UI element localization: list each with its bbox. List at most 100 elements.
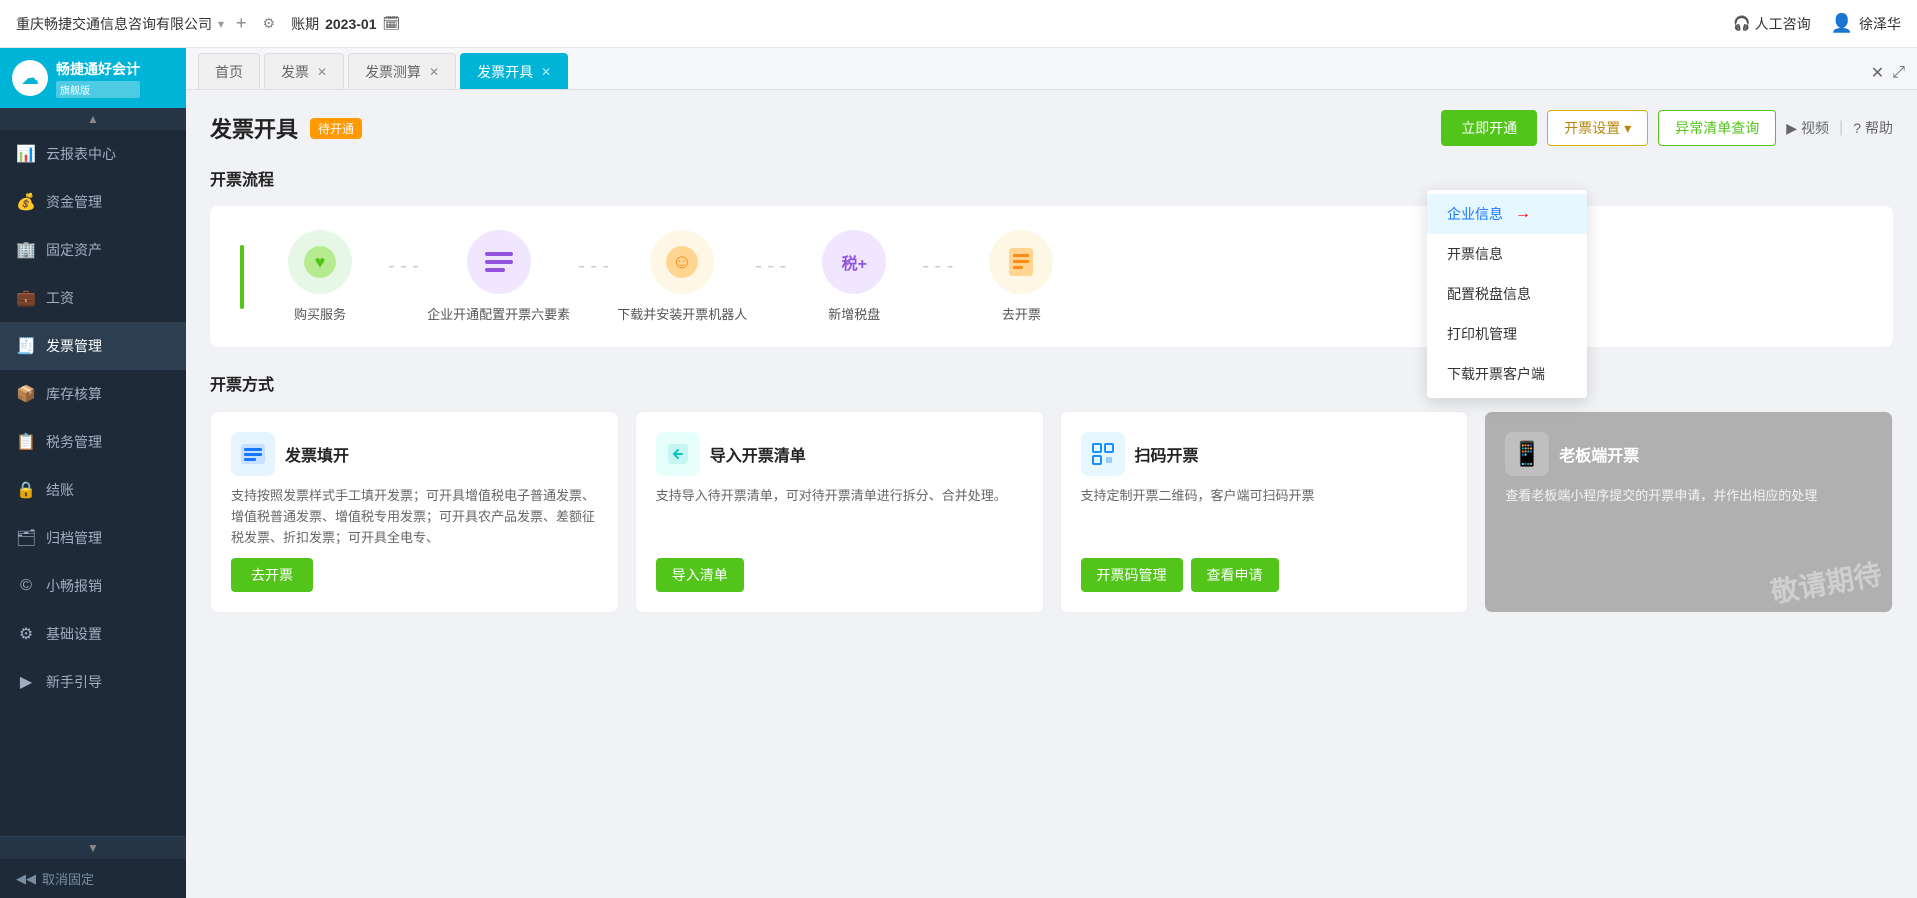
sidebar-scroll-down[interactable]: ▼ bbox=[0, 836, 186, 859]
import-icon bbox=[656, 432, 700, 476]
dropdown-arrow-icon: ▾ bbox=[218, 17, 224, 31]
tab-invoice-calc-close[interactable]: ✕ bbox=[429, 65, 439, 79]
flow-step-3: ☺ 下载并安装开票机器人 bbox=[617, 230, 747, 323]
scan-manage-button[interactable]: 开票码管理 bbox=[1081, 558, 1183, 592]
sidebar-item-checkout[interactable]: 🔒 结账 bbox=[0, 466, 186, 514]
fill-go-button[interactable]: 去开票 bbox=[231, 558, 313, 592]
play-icon: ▶ bbox=[1786, 120, 1797, 137]
import-button[interactable]: 导入清单 bbox=[656, 558, 744, 592]
account-period: 账期 2023-01 🗓 bbox=[291, 14, 400, 34]
dropdown-item-download-client[interactable]: 下载开票客户端 bbox=[1427, 354, 1587, 394]
sidebar-item-settings[interactable]: ⚙ 基础设置 bbox=[0, 610, 186, 658]
close-all-icon[interactable]: ✕ bbox=[1871, 63, 1884, 83]
methods-section-title: 开票方式 bbox=[210, 371, 1893, 395]
period-label: 账期 bbox=[291, 14, 319, 34]
flow-label-4: 新增税盘 bbox=[828, 304, 880, 323]
sidebar-item-archive[interactable]: 🗂 归档管理 bbox=[0, 514, 186, 562]
sidebar-item-tax[interactable]: 📋 税务管理 bbox=[0, 418, 186, 466]
flow-arrow-2: - - - bbox=[578, 255, 609, 298]
sidebar-item-cloud-reports[interactable]: 📊 云报表中心 bbox=[0, 130, 186, 178]
flow-step-1: ♥ 购买服务 bbox=[260, 230, 380, 323]
dropdown-item-printer[interactable]: 打印机管理 bbox=[1427, 314, 1587, 354]
tab-bar: 首页 发票 ✕ 发票测算 ✕ 发票开具 ✕ ✕ ⤢ bbox=[186, 48, 1917, 90]
sidebar-label-salary: 工资 bbox=[46, 288, 74, 308]
flow-icon-4: 税+ bbox=[822, 230, 886, 294]
tab-invoice[interactable]: 发票 ✕ bbox=[264, 53, 344, 89]
svg-text:☺: ☺ bbox=[672, 251, 692, 273]
abnormal-button[interactable]: 异常清单查询 bbox=[1658, 110, 1776, 146]
cancel-pin-icon: ◀◀ bbox=[16, 871, 36, 887]
sidebar-item-inventory[interactable]: 📦 库存核算 bbox=[0, 370, 186, 418]
scan-icon bbox=[1081, 432, 1125, 476]
import-desc: 支持导入待开票清单，可对待开票清单进行拆分、合并处理。 bbox=[656, 486, 1023, 507]
flow-step-5: 去开票 bbox=[961, 230, 1081, 323]
method-card-import-header: 导入开票清单 bbox=[656, 432, 1023, 476]
divider: | bbox=[1839, 119, 1843, 137]
download-client-label: 下载开票客户端 bbox=[1447, 364, 1545, 384]
tax-icon: 📋 bbox=[16, 432, 36, 452]
import-title: 导入开票清单 bbox=[710, 442, 806, 466]
method-card-boss: 📱 老板端开票 查看老板端小程序提交的开票申请，并作出相应的处理 敬请期待 bbox=[1484, 411, 1893, 613]
logo-text-area: 畅捷通好会计 旗舰版 bbox=[56, 59, 140, 98]
help-label: 帮助 bbox=[1865, 118, 1893, 138]
settings-button[interactable]: 开票设置 ▾ bbox=[1547, 110, 1648, 146]
flow-arrow-4: - - - bbox=[922, 255, 953, 298]
content-area: 首页 发票 ✕ 发票测算 ✕ 发票开具 ✕ ✕ ⤢ bbox=[186, 48, 1917, 898]
method-card-scan: 扫码开票 支持定制开票二维码，客户端可扫码开票 开票码管理 查看申请 bbox=[1060, 411, 1469, 613]
sidebar-label-tax: 税务管理 bbox=[46, 432, 102, 452]
dropdown-item-company-info[interactable]: 企业信息 → bbox=[1427, 194, 1587, 234]
support-button[interactable]: 🎧 人工咨询 bbox=[1733, 14, 1810, 34]
company-selector[interactable]: 重庆畅捷交通信息咨询有限公司 ▾ bbox=[16, 14, 224, 34]
invoice-methods: 发票填开 支持按照发票样式手工填开发票；可开具增值税电子普通发票、增值税普通发票… bbox=[210, 411, 1893, 613]
page-header: 发票开具 待开通 立即开通 开票设置 ▾ 异常清单查询 ▶ 视频 | bbox=[210, 110, 1893, 146]
sidebar-item-fixed-assets[interactable]: 🏢 固定资产 bbox=[0, 226, 186, 274]
add-button[interactable]: + bbox=[236, 13, 247, 34]
sidebar-item-guide[interactable]: ▶ 新手引导 bbox=[0, 658, 186, 706]
tab-invoice-calc[interactable]: 发票测算 ✕ bbox=[348, 53, 456, 89]
header-actions: 立即开通 开票设置 ▾ 异常清单查询 ▶ 视频 | ? 帮助 bbox=[1441, 110, 1893, 146]
expand-icon[interactable]: ⤢ bbox=[1892, 64, 1905, 82]
boss-icon: 📱 bbox=[1505, 432, 1549, 476]
coming-soon-overlay: 敬请期待 bbox=[1767, 553, 1884, 612]
tab-right-actions: ✕ ⤢ bbox=[1871, 63, 1905, 89]
activate-button[interactable]: 立即开通 bbox=[1441, 110, 1537, 146]
import-footer: 导入清单 bbox=[656, 558, 1023, 592]
guide-icon: ▶ bbox=[16, 672, 36, 692]
tab-invoice-issue[interactable]: 发票开具 ✕ bbox=[460, 53, 568, 89]
sidebar-item-finance[interactable]: 💰 资金管理 bbox=[0, 178, 186, 226]
help-button[interactable]: ? 帮助 bbox=[1853, 118, 1893, 138]
dropdown-item-tax-config[interactable]: 配置税盘信息 bbox=[1427, 274, 1587, 314]
scan-desc: 支持定制开票二维码，客户端可扫码开票 bbox=[1081, 486, 1448, 507]
sidebar-label-fixed-assets: 固定资产 bbox=[46, 240, 102, 260]
flow-step-4: 税+ 新增税盘 bbox=[794, 230, 914, 323]
fill-title: 发票填开 bbox=[285, 442, 349, 466]
flow-icon-5 bbox=[989, 230, 1053, 294]
flow-left-line bbox=[240, 245, 244, 309]
flow-icon-2 bbox=[467, 230, 531, 294]
sidebar-item-expense[interactable]: © 小畅报销 bbox=[0, 562, 186, 610]
sidebar-scroll-up[interactable]: ▲ bbox=[0, 108, 186, 130]
main-layout: ☁ 畅捷通好会计 旗舰版 ▲ 📊 云报表中心 💰 资金管理 🏢 固定资产 💼 bbox=[0, 48, 1917, 898]
scan-view-button[interactable]: 查看申请 bbox=[1191, 558, 1279, 592]
finance-icon: 💰 bbox=[16, 192, 36, 212]
calendar-icon[interactable]: 🗓 bbox=[383, 15, 401, 32]
tab-invoice-close[interactable]: ✕ bbox=[317, 65, 327, 79]
user-info[interactable]: 👤 徐泽华 bbox=[1831, 13, 1901, 34]
method-card-scan-header: 扫码开票 bbox=[1081, 432, 1448, 476]
sidebar-label-expense: 小畅报销 bbox=[46, 576, 102, 596]
tab-home[interactable]: 首页 bbox=[198, 53, 260, 89]
top-bar-right: 🎧 人工咨询 👤 徐泽华 bbox=[1733, 13, 1901, 34]
sidebar-label-finance: 资金管理 bbox=[46, 192, 102, 212]
sidebar-cancel-pin[interactable]: ◀◀ 取消固定 bbox=[0, 859, 186, 898]
sidebar-item-invoice[interactable]: 🧾 发票管理 bbox=[0, 322, 186, 370]
status-badge: 待开通 bbox=[310, 118, 362, 139]
tab-invoice-calc-label: 发票测算 bbox=[365, 62, 421, 82]
tab-invoice-issue-close[interactable]: ✕ bbox=[541, 65, 551, 79]
period-value: 2023-01 bbox=[325, 16, 376, 32]
sidebar-label-inventory: 库存核算 bbox=[46, 384, 102, 404]
settings-icon[interactable]: ⚙ bbox=[263, 15, 276, 32]
sidebar-item-salary[interactable]: 💼 工资 bbox=[0, 274, 186, 322]
dropdown-item-invoice-info[interactable]: 开票信息 bbox=[1427, 234, 1587, 274]
video-button[interactable]: ▶ 视频 bbox=[1786, 118, 1829, 138]
company-info-label: 企业信息 bbox=[1447, 204, 1503, 224]
